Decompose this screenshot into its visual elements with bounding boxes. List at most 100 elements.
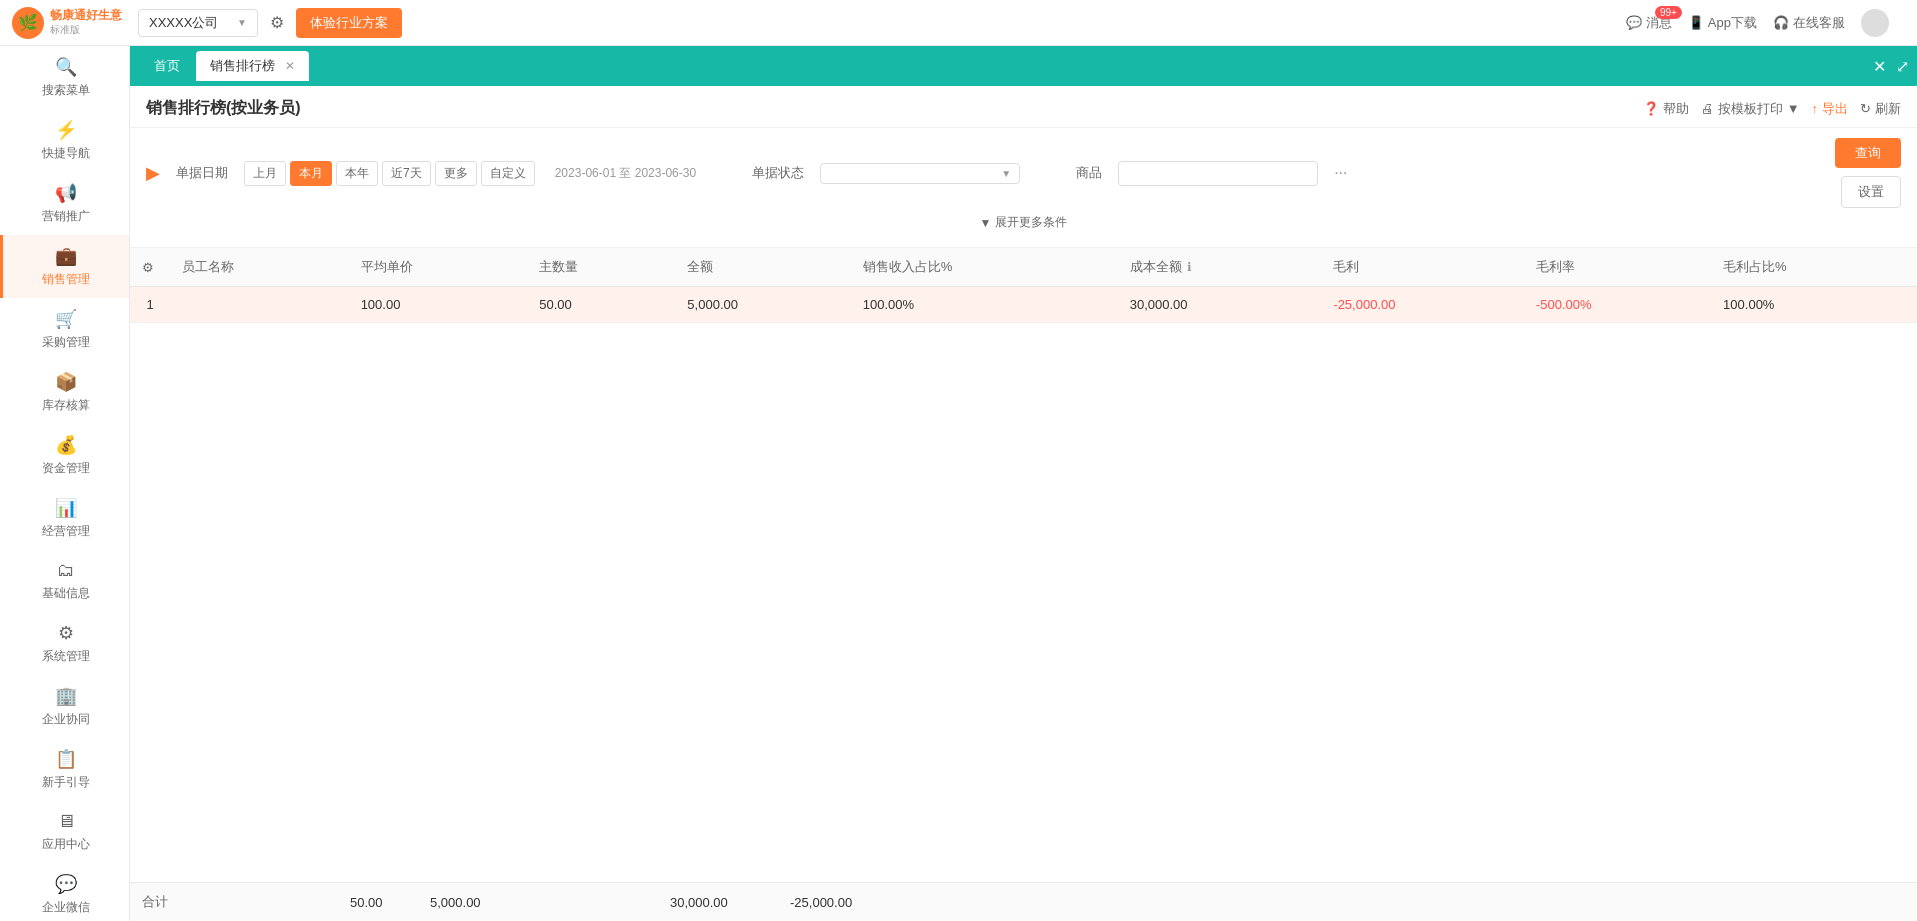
sidebar-label-finance: 资金管理 — [42, 460, 90, 477]
sidebar-item-quicknav[interactable]: ⚡ 快捷导航 — [0, 109, 129, 172]
td-gross-pct: 100.00% — [1711, 287, 1917, 323]
td-main-qty: 50.00 — [527, 287, 675, 323]
date-btn-this-year[interactable]: 本年 — [336, 161, 378, 186]
export-icon: ↑ — [1812, 101, 1819, 116]
search-btn[interactable]: 查询 — [1835, 138, 1901, 168]
logo-text: 畅康通好生意 — [50, 8, 122, 22]
message-area[interactable]: 💬 消息 99+ — [1626, 14, 1672, 32]
sidebar-item-newbie[interactable]: 📋 新手引导 — [0, 738, 129, 801]
expand-more-conditions-btn[interactable]: ▼ 展开更多条件 — [980, 214, 1068, 231]
help-btn[interactable]: ❓ 帮助 — [1643, 100, 1689, 118]
sidebar-item-search[interactable]: 🔍 搜索菜单 — [0, 46, 129, 109]
app-container: 🌿 畅康通好生意 标准版 XXXXX公司 ▼ ⚙ 体验行业方案 💬 消息 99+… — [0, 0, 1917, 921]
export-btn[interactable]: ↑ 导出 — [1812, 100, 1849, 118]
online-service-btn[interactable]: 🎧 在线客服 — [1773, 14, 1845, 32]
date-btn-this-month[interactable]: 本月 — [290, 161, 332, 186]
footer-cost-total-val: 30,000.00 — [670, 895, 790, 910]
sales-icon: 💼 — [55, 245, 77, 267]
sidebar-item-basic-info[interactable]: 🗂 基础信息 — [0, 550, 129, 612]
data-table: ⚙ 员工名称 平均单价 主数量 全额 销售收入占比% 成本全额 ℹ — [130, 248, 1917, 323]
goods-filter-input[interactable] — [1118, 161, 1318, 186]
sidebar: 🔍 搜索菜单 ⚡ 快捷导航 📢 营销推广 💼 销售管理 🛒 采购管理 📦 — [0, 46, 130, 921]
app-download-btn[interactable]: 📱 App下载 — [1688, 14, 1757, 32]
sidebar-item-wechat[interactable]: 💬 企业微信 — [0, 863, 129, 921]
cooperation-icon: 🏢 — [55, 685, 77, 707]
date-btn-custom[interactable]: 自定义 — [481, 161, 535, 186]
sidebar-item-management[interactable]: 📊 经营管理 — [0, 487, 129, 550]
sidebar-label-wechat: 企业微信 — [42, 899, 90, 916]
date-btn-group: 上月 本月 本年 近7天 更多 自定义 — [244, 161, 535, 186]
th-settings: ⚙ — [130, 248, 170, 287]
marketing-icon: 📢 — [55, 182, 77, 204]
chevron-down-icon: ▼ — [237, 17, 247, 28]
sidebar-item-sales[interactable]: 💼 销售管理 — [0, 235, 129, 298]
sidebar-label-newbie: 新手引导 — [42, 774, 90, 791]
tab-sales-ranking[interactable]: 销售排行榜 ✕ — [196, 51, 309, 81]
newbie-icon: 📋 — [55, 748, 77, 770]
company-selector[interactable]: XXXXX公司 ▼ — [138, 9, 258, 37]
close-all-icon[interactable]: ✕ — [1873, 57, 1886, 76]
logo-icon: 🌿 — [12, 7, 44, 39]
date-btn-more[interactable]: 更多 — [435, 161, 477, 186]
refresh-icon: ↻ — [1860, 101, 1871, 116]
sidebar-item-apps[interactable]: 🖥 应用中心 — [0, 801, 129, 863]
refresh-btn[interactable]: ↻ 刷新 — [1860, 100, 1901, 118]
date-range-display: 2023-06-01 至 2023-06-30 — [555, 165, 696, 182]
action-btns-area: 查询 设置 — [1835, 138, 1901, 208]
top-right-area: 💬 消息 99+ 📱 App下载 🎧 在线客服 — [1626, 9, 1905, 37]
footer-total-val: 5,000.00 — [430, 895, 550, 910]
restore-icon[interactable]: ⤢ — [1896, 57, 1909, 76]
sidebar-label-system: 系统管理 — [42, 648, 90, 665]
wechat-icon: 💬 — [55, 873, 77, 895]
sidebar-label-apps: 应用中心 — [42, 836, 90, 853]
date-range-text: 2023-06-01 至 2023-06-30 — [555, 165, 696, 182]
sidebar-item-cooperation[interactable]: 🏢 企业协同 — [0, 675, 129, 738]
sidebar-label-basic-info: 基础信息 — [42, 585, 90, 602]
tab-bar: 首页 销售排行榜 ✕ ✕ ⤢ — [130, 46, 1917, 86]
tab-close-icon[interactable]: ✕ — [285, 59, 295, 73]
date-filter-label: 单据日期 — [176, 164, 228, 182]
finance-icon: 💰 — [55, 434, 77, 456]
th-total: 全额 — [675, 248, 850, 287]
main-layout: 🔍 搜索菜单 ⚡ 快捷导航 📢 营销推广 💼 销售管理 🛒 采购管理 📦 — [0, 46, 1917, 921]
footer-gross-profit-val: -25,000.00 — [790, 895, 910, 910]
page-header: 销售排行榜(按业务员) ❓ 帮助 🖨 按模板打印 ▼ ↑ — [130, 86, 1917, 128]
sidebar-item-purchase[interactable]: 🛒 采购管理 — [0, 298, 129, 361]
sidebar-item-finance[interactable]: 💰 资金管理 — [0, 424, 129, 487]
gear-icon[interactable]: ⚙ — [270, 13, 284, 32]
filter-toggle-btn[interactable]: ▶ — [146, 162, 160, 184]
cost-total-info-icon[interactable]: ℹ — [1187, 260, 1192, 274]
content-area: 首页 销售排行榜 ✕ ✕ ⤢ 销售排行榜(按业务员) ❓ — [130, 46, 1917, 921]
settings-btn[interactable]: 设置 — [1841, 176, 1901, 208]
td-sales-pct: 100.00% — [851, 287, 1118, 323]
sidebar-label-search: 搜索菜单 — [42, 82, 90, 99]
date-btn-last-month[interactable]: 上月 — [244, 161, 286, 186]
sidebar-item-system[interactable]: ⚙ 系统管理 — [0, 612, 129, 675]
td-gross-profit: -25,000.00 — [1321, 287, 1524, 323]
th-sales-pct: 销售收入占比% — [851, 248, 1118, 287]
tab-home[interactable]: 首页 — [138, 49, 196, 83]
page-actions: ❓ 帮助 🖨 按模板打印 ▼ ↑ 导出 ↻ — [1643, 100, 1901, 118]
management-icon: 📊 — [55, 497, 77, 519]
logo-area: 🌿 畅康通好生意 标准版 — [12, 7, 122, 39]
sidebar-label-cooperation: 企业协同 — [42, 711, 90, 728]
top-bar: 🌿 畅康通好生意 标准版 XXXXX公司 ▼ ⚙ 体验行业方案 💬 消息 99+… — [0, 0, 1917, 46]
th-avg-price: 平均单价 — [349, 248, 528, 287]
trial-btn[interactable]: 体验行业方案 — [296, 8, 402, 38]
template-print-btn[interactable]: 🖨 按模板打印 ▼ — [1701, 100, 1800, 118]
tab-sales-ranking-label: 销售排行榜 — [210, 57, 275, 75]
search-icon: 🔍 — [55, 56, 77, 78]
status-dropdown-icon: ▼ — [1001, 168, 1011, 179]
help-icon: ❓ — [1643, 101, 1659, 116]
column-settings-icon[interactable]: ⚙ — [142, 260, 154, 275]
avatar[interactable] — [1861, 9, 1889, 37]
table-header-row: ⚙ 员工名称 平均单价 主数量 全额 销售收入占比% 成本全额 ℹ — [130, 248, 1917, 287]
more-filters-icon[interactable]: ··· — [1334, 164, 1347, 182]
main-content: 销售排行榜(按业务员) ❓ 帮助 🖨 按模板打印 ▼ ↑ — [130, 86, 1917, 921]
date-btn-7days[interactable]: 近7天 — [382, 161, 431, 186]
sidebar-item-marketing[interactable]: 📢 营销推广 — [0, 172, 129, 235]
sidebar-label-quicknav: 快捷导航 — [42, 145, 90, 162]
sidebar-item-inventory[interactable]: 📦 库存核算 — [0, 361, 129, 424]
status-select[interactable]: ▼ — [820, 163, 1020, 184]
basic-info-icon: 🗂 — [57, 560, 75, 581]
